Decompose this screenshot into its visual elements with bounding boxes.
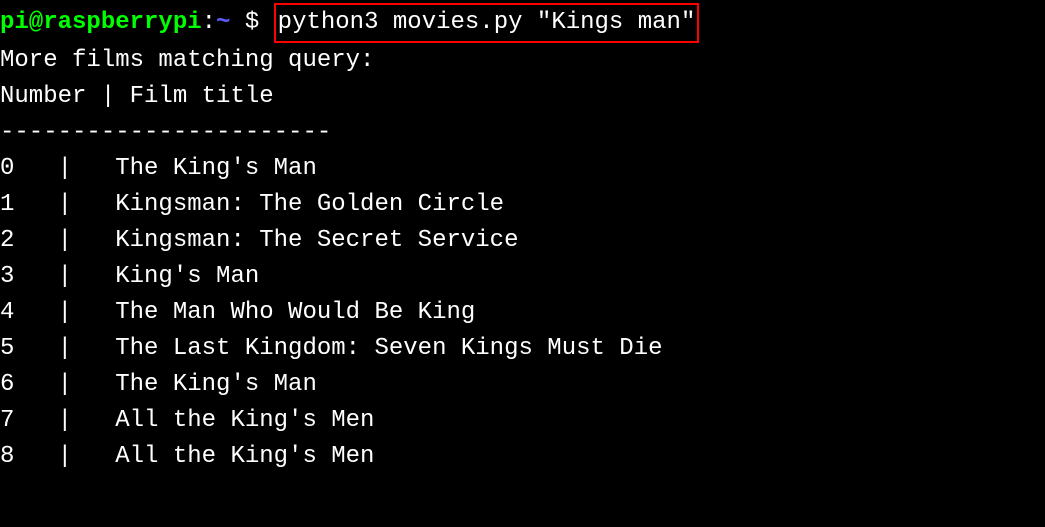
table-row: 8 | All the King's Men xyxy=(0,439,1045,475)
prompt-user-host: pi@raspberrypi xyxy=(0,9,202,36)
table-row: 2 | Kingsman: The Secret Service xyxy=(0,223,1045,259)
table-row: 5 | The Last Kingdom: Seven Kings Must D… xyxy=(0,331,1045,367)
command-highlight-box: python3 movies.py "Kings man" xyxy=(274,3,700,43)
table-row: 1 | Kingsman: The Golden Circle xyxy=(0,187,1045,223)
prompt-path: ~ xyxy=(216,9,245,36)
command-text: python3 movies.py "Kings man" xyxy=(278,9,696,36)
output-header: More films matching query: xyxy=(0,43,1045,79)
prompt-dollar: $ xyxy=(245,9,274,36)
table-row: 3 | King's Man xyxy=(0,259,1045,295)
table-row: 7 | All the King's Men xyxy=(0,403,1045,439)
table-divider: ----------------------- xyxy=(0,115,1045,151)
table-header: Number | Film title xyxy=(0,79,1045,115)
terminal-prompt-line[interactable]: pi@raspberrypi:~ $ python3 movies.py "Ki… xyxy=(0,3,1045,43)
table-row: 4 | The Man Who Would Be King xyxy=(0,295,1045,331)
table-row: 6 | The King's Man xyxy=(0,367,1045,403)
prompt-colon: : xyxy=(202,9,216,36)
table-row: 0 | The King's Man xyxy=(0,151,1045,187)
